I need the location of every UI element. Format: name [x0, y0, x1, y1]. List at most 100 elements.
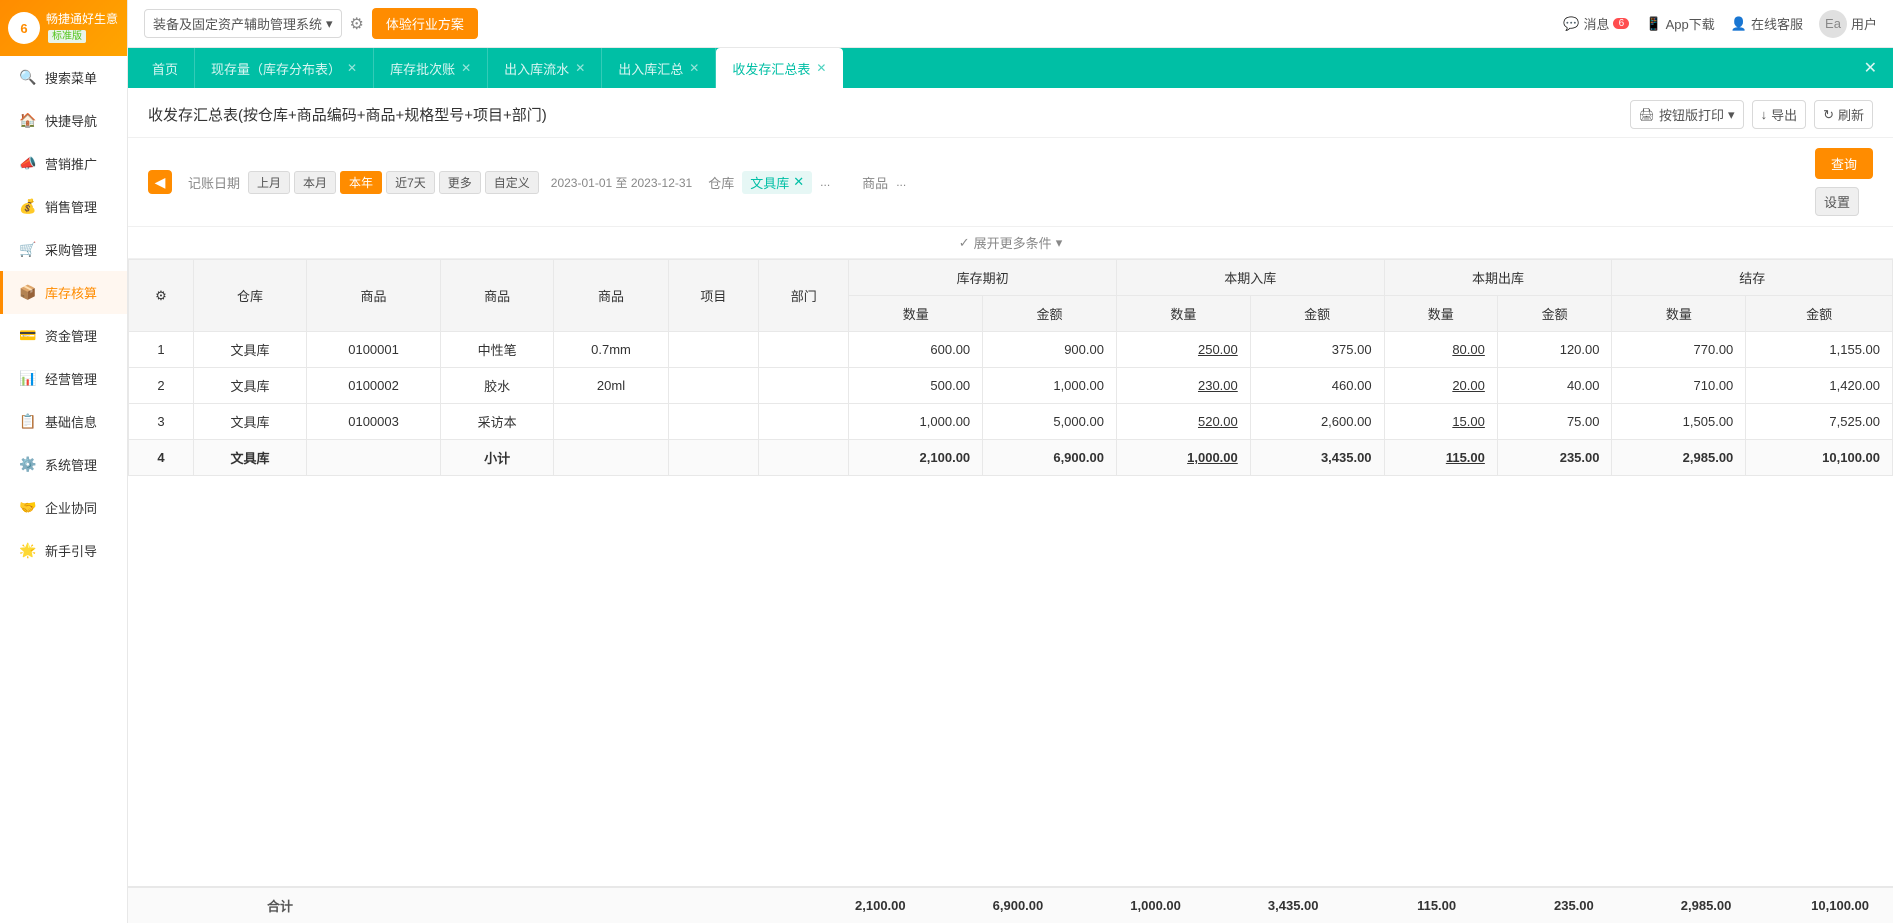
user-action[interactable]: Ea 用户 [1819, 10, 1877, 38]
warehouse-more-button[interactable]: ... [820, 175, 830, 189]
date-btn-本月[interactable]: 本月 [294, 171, 336, 194]
tab-收发存汇总表[interactable]: 收发存汇总表✕ [716, 48, 843, 88]
sidebar-logo: 6 畅捷通好生意 标准版 [0, 0, 127, 56]
date-btn-近7天[interactable]: 近7天 [386, 171, 435, 194]
sidebar-item-inventory[interactable]: 📦库存核算 [0, 271, 127, 314]
tab-close-icon[interactable]: ✕ [816, 61, 826, 75]
row-name: 采访本 [440, 404, 553, 440]
row-name: 胶水 [440, 368, 553, 404]
filter-toggle-button[interactable]: ◀ [148, 170, 172, 194]
sales-icon: 💰 [19, 198, 37, 215]
top-header-left: 装备及固定资产辅助管理系统 ▾ ⚙ 体验行业方案 [144, 8, 478, 39]
tab-label: 库存批次账 [390, 59, 455, 78]
row-out-qty[interactable]: 80.00 [1384, 332, 1497, 368]
export-button[interactable]: ↓ 导出 [1752, 100, 1807, 129]
in-qty-header: 数量 [1116, 296, 1250, 332]
table-area: ⚙ 仓库 商品 商品 商品 项目 部门 库存期初 本期入库 本期出库 结存 数量 [128, 259, 1893, 886]
settings-gear-header[interactable]: ⚙ [129, 260, 194, 332]
tab-close-icon[interactable]: ✕ [461, 61, 471, 75]
row-project [668, 332, 758, 368]
subtotal-inv-amt: 6,900.00 [983, 440, 1117, 476]
goods-more-button[interactable]: ... [896, 175, 906, 189]
row-out-amt: 40.00 [1497, 368, 1612, 404]
sidebar-item-system[interactable]: ⚙️系统管理 [0, 443, 127, 486]
subtotal-out-qty[interactable]: 115.00 [1384, 440, 1497, 476]
subtotal-in-qty[interactable]: 1,000.00 [1116, 440, 1250, 476]
footer-out-amt: 235.00 [1468, 898, 1606, 913]
tab-出入库汇总[interactable]: 出入库汇总✕ [602, 48, 716, 88]
spec-header: 商品 [554, 260, 669, 332]
sidebar-item-collab[interactable]: 🤝企业协同 [0, 486, 127, 529]
print-icon: 🖨 [1639, 107, 1656, 123]
app-tag: 标准版 [46, 28, 118, 44]
date-btn-更多[interactable]: 更多 [439, 171, 481, 194]
sidebar-item-sales[interactable]: 💰销售管理 [0, 185, 127, 228]
sidebar-item-newbie[interactable]: 🌟新手引导 [0, 529, 127, 572]
try-button[interactable]: 体验行业方案 [372, 8, 478, 39]
tab-出入库流水[interactable]: 出入库流水✕ [488, 48, 602, 88]
tab-label: 现存量（库存分布表） [211, 59, 341, 78]
row-out-qty[interactable]: 15.00 [1384, 404, 1497, 440]
row-bal-qty: 770.00 [1612, 332, 1746, 368]
logo-text-block: 畅捷通好生意 标准版 [46, 12, 118, 43]
tab-label: 首页 [152, 59, 178, 78]
row-inv-qty: 600.00 [849, 332, 983, 368]
filter-bar: ◀ 记账日期 上月本月本年近7天更多自定义 2023-01-01 至 2023-… [128, 138, 1893, 227]
filter-settings-button[interactable]: 设置 [1815, 187, 1859, 216]
bal-amt-header: 金额 [1746, 296, 1893, 332]
sidebar-item-search[interactable]: 🔍搜索菜单 [0, 56, 127, 99]
online-service-action[interactable]: 👤 在线客服 [1731, 14, 1803, 33]
date-btn-自定义[interactable]: 自定义 [485, 171, 539, 194]
sidebar-item-purchase[interactable]: 🛒采购管理 [0, 228, 127, 271]
sidebar-item-operations[interactable]: 📊经营管理 [0, 357, 127, 400]
out-qty-header: 数量 [1384, 296, 1497, 332]
tab-close-icon[interactable]: ✕ [347, 61, 357, 75]
query-button[interactable]: 查询 [1815, 148, 1873, 179]
page-title: 收发存汇总表(按仓库+商品编码+商品+规格型号+项目+部门) [148, 104, 547, 125]
purchase-icon: 🛒 [19, 241, 37, 258]
date-btn-上月[interactable]: 上月 [248, 171, 290, 194]
date-range-text: 2023-01-01 至 2023-12-31 [551, 174, 692, 191]
expand-conditions-button[interactable]: ✓ 展开更多条件 ▾ [959, 233, 1062, 252]
refresh-button[interactable]: ↻ 刷新 [1814, 100, 1873, 129]
settings-icon[interactable]: ⚙ [350, 14, 364, 34]
app-download-action[interactable]: 📱 App下载 [1645, 14, 1714, 33]
date-btn-本年[interactable]: 本年 [340, 171, 382, 194]
online-service-label: 在线客服 [1751, 14, 1803, 33]
row-no: 1 [129, 332, 194, 368]
date-filter-label: 记账日期 [188, 173, 240, 192]
row-in-qty[interactable]: 250.00 [1116, 332, 1250, 368]
print-button[interactable]: 🖨 按钮版打印 ▾ [1630, 100, 1744, 129]
message-action[interactable]: 💬 消息 6 [1563, 14, 1629, 33]
row-inv-qty: 1,000.00 [849, 404, 983, 440]
sidebar-item-finance[interactable]: 💳资金管理 [0, 314, 127, 357]
base-info-icon: 📋 [19, 413, 37, 430]
row-out-qty[interactable]: 20.00 [1384, 368, 1497, 404]
tab-首页[interactable]: 首页 [136, 48, 195, 88]
row-in-qty[interactable]: 520.00 [1116, 404, 1250, 440]
row-in-qty[interactable]: 230.00 [1116, 368, 1250, 404]
warehouse-remove-icon[interactable]: ✕ [793, 174, 804, 190]
name-header: 商品 [440, 260, 553, 332]
subtotal-warehouse: 文具库 [193, 440, 306, 476]
table-body: 1 文具库 0100001 中性笔 0.7mm 600.00 900.00 25… [129, 332, 1893, 476]
tab-close-icon[interactable]: ✕ [689, 61, 699, 75]
row-code: 0100001 [307, 332, 441, 368]
tab-bar-close[interactable]: ✕ [1856, 58, 1885, 78]
tab-close-icon[interactable]: ✕ [575, 61, 585, 75]
sidebar-item-base-info[interactable]: 📋基础信息 [0, 400, 127, 443]
row-in-amt: 2,600.00 [1250, 404, 1384, 440]
row-bal-amt: 1,155.00 [1746, 332, 1893, 368]
export-label: 导出 [1771, 105, 1797, 124]
row-warehouse: 文具库 [193, 368, 306, 404]
tab-现存量（库存分布表）[interactable]: 现存量（库存分布表） ✕ [195, 48, 374, 88]
tab-bar: 首页现存量（库存分布表）✕库存批次账✕出入库流水✕出入库汇总✕收发存汇总表✕ ✕ [128, 48, 1893, 88]
project-header: 项目 [668, 260, 758, 332]
tab-库存批次账[interactable]: 库存批次账 ✕ [374, 48, 488, 88]
sidebar-item-quick-nav[interactable]: 🏠快捷导航 [0, 99, 127, 142]
system-icon: ⚙️ [19, 456, 37, 473]
system-select[interactable]: 装备及固定资产辅助管理系统 ▾ [144, 9, 342, 38]
sidebar-item-marketing[interactable]: 📣营销推广 [0, 142, 127, 185]
table-row: 3 文具库 0100003 采访本 1,000.00 5,000.00 520.… [129, 404, 1893, 440]
footer-out-qty: 115.00 [1331, 898, 1469, 913]
